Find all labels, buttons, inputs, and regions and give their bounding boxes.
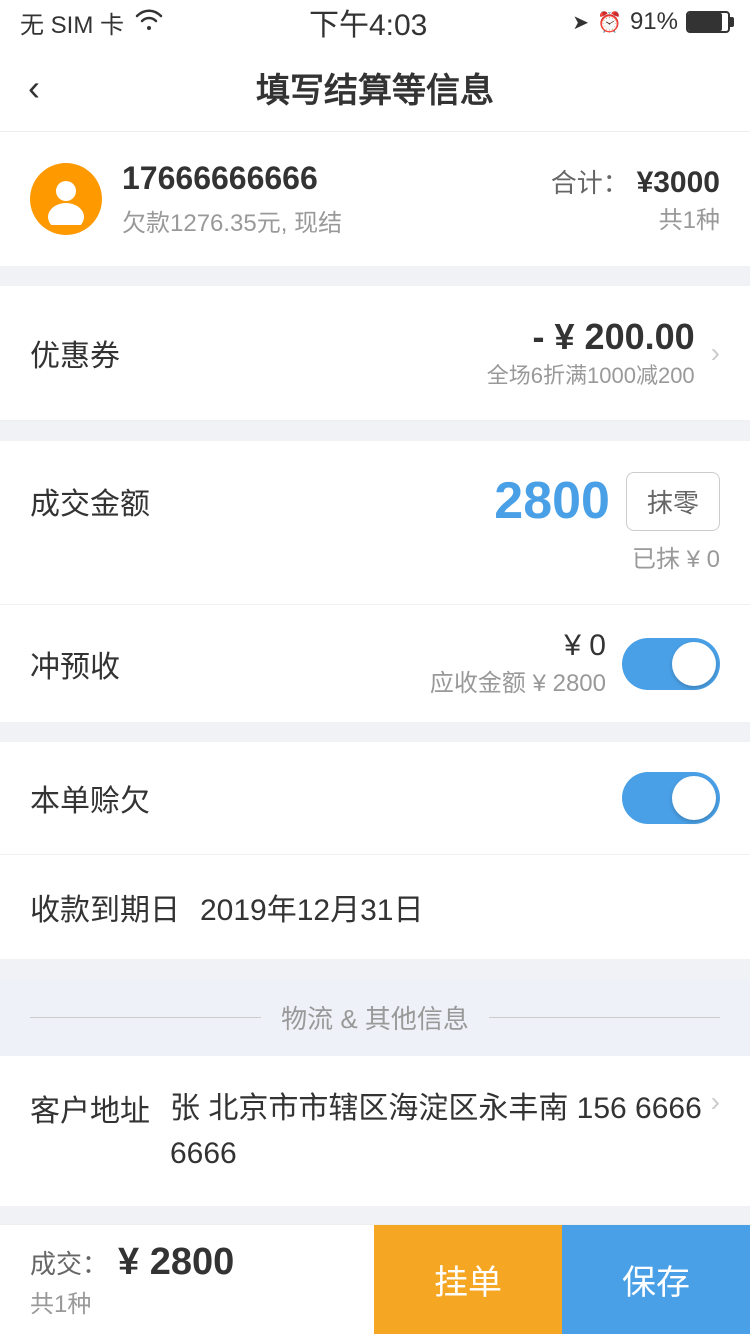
customer-phone: 17666666666	[122, 160, 342, 197]
footer-summary-label: 成交：	[30, 1244, 108, 1281]
hold-order-label: 挂单	[434, 1255, 502, 1304]
transaction-right: 2800 抹零	[494, 471, 720, 531]
page-header: ‹ 填写结算等信息	[0, 44, 750, 132]
address-label: 客户地址	[30, 1086, 150, 1130]
status-right: ➤ ⏰ 91%	[572, 8, 730, 36]
divider-1	[0, 266, 750, 286]
transaction-section: 成交金额 2800 抹零 已抹 ¥ 0	[0, 441, 750, 604]
writeoff-toggle[interactable]	[622, 772, 720, 824]
logistics-line-left	[30, 1017, 261, 1018]
footer-summary-value: ¥ 2800	[118, 1241, 234, 1284]
address-value: 张 北京市市辖区海淀区永丰南 156 6666 6666	[170, 1086, 711, 1176]
divider-3	[0, 722, 750, 742]
prepay-toggle[interactable]	[622, 638, 720, 690]
logistics-header: 物流 & 其他信息	[0, 979, 750, 1056]
footer: 成交： ¥ 2800 共1种 挂单 保存	[0, 1224, 750, 1334]
total-label-value: 合计： ¥3000	[551, 163, 720, 200]
prepay-receivable: 应收金额 ¥ 2800	[430, 663, 606, 698]
alarm-icon: ⏰	[597, 10, 622, 35]
transaction-sub: 已抹 ¥ 0	[30, 539, 720, 574]
writeoff-toggle-knob	[672, 776, 716, 820]
customer-total: 合计： ¥3000 共1种	[551, 163, 720, 235]
duedate-content: 收款到期日 2019年12月31日	[30, 885, 720, 929]
prepay-right: ¥ 0 应收金额 ¥ 2800	[430, 629, 720, 698]
duedate-section: 收款到期日 2019年12月31日	[0, 854, 750, 959]
battery-percent: 91%	[630, 8, 678, 36]
duedate-value: 2019年12月31日	[200, 885, 423, 929]
duedate-label: 收款到期日	[30, 885, 180, 929]
page-title: 填写结算等信息	[256, 63, 494, 112]
customer-left: 17666666666 欠款1276.35元, 现结	[30, 160, 342, 238]
writeoff-section: 本单赊欠	[0, 742, 750, 854]
address-row[interactable]: 客户地址 张 北京市市辖区海淀区永丰南 156 6666 6666 ›	[0, 1056, 750, 1206]
footer-summary-count: 共1种	[30, 1284, 344, 1319]
transaction-row: 成交金额 2800 抹零	[30, 471, 720, 531]
customer-info: 17666666666 欠款1276.35元, 现结	[122, 160, 342, 238]
total-value: ¥3000	[637, 166, 720, 199]
divider-2	[0, 421, 750, 441]
logistics-line-right	[489, 1017, 720, 1018]
sim-status: 无 SIM 卡	[20, 5, 124, 40]
address-chevron-icon: ›	[711, 1086, 720, 1118]
customer-debt: 欠款1276.35元, 现结	[122, 203, 342, 238]
toggle-knob	[672, 642, 716, 686]
coupon-row[interactable]: 优惠券 - ¥ 200.00 全场6折满1000减200 ›	[0, 286, 750, 421]
coupon-label: 优惠券	[30, 331, 120, 375]
prepay-row: 冲预收 ¥ 0 应收金额 ¥ 2800	[0, 604, 750, 722]
status-time: 下午4:03	[309, 0, 427, 44]
logistics-label: 物流 & 其他信息	[261, 999, 489, 1036]
footer-summary-top: 成交： ¥ 2800	[30, 1241, 344, 1284]
save-label: 保存	[622, 1255, 690, 1304]
hold-order-button[interactable]: 挂单	[374, 1225, 562, 1334]
coupon-desc: 全场6折满1000减200	[487, 358, 695, 390]
avatar	[30, 163, 102, 235]
transaction-label: 成交金额	[30, 479, 150, 523]
writeoff-label: 本单赊欠	[30, 776, 150, 820]
total-count: 共1种	[551, 200, 720, 235]
transaction-value: 2800	[494, 471, 610, 531]
prepay-amounts: ¥ 0 应收金额 ¥ 2800	[430, 629, 606, 698]
wifi-icon	[134, 8, 164, 37]
main-content: 17666666666 欠款1276.35元, 现结 合计： ¥3000 共1种…	[0, 132, 750, 1326]
prepay-amount: ¥ 0	[430, 629, 606, 663]
footer-summary: 成交： ¥ 2800 共1种	[0, 1225, 374, 1334]
battery-icon	[686, 11, 730, 33]
round-down-button[interactable]: 抹零	[626, 472, 720, 531]
save-button[interactable]: 保存	[562, 1225, 750, 1334]
location-icon: ➤	[572, 10, 589, 35]
back-button[interactable]: ‹	[28, 67, 40, 109]
coupon-right: - ¥ 200.00 全场6折满1000减200 ›	[487, 316, 720, 390]
prepay-label: 冲预收	[30, 642, 120, 686]
coupon-chevron-icon: ›	[711, 337, 720, 369]
status-left: 无 SIM 卡	[20, 5, 164, 40]
status-bar: 无 SIM 卡 下午4:03 ➤ ⏰ 91%	[0, 0, 750, 44]
coupon-amount: - ¥ 200.00	[487, 316, 695, 358]
customer-card: 17666666666 欠款1276.35元, 现结 合计： ¥3000 共1种	[0, 132, 750, 266]
divider-4	[0, 959, 750, 979]
total-label: 合计：	[551, 168, 629, 198]
